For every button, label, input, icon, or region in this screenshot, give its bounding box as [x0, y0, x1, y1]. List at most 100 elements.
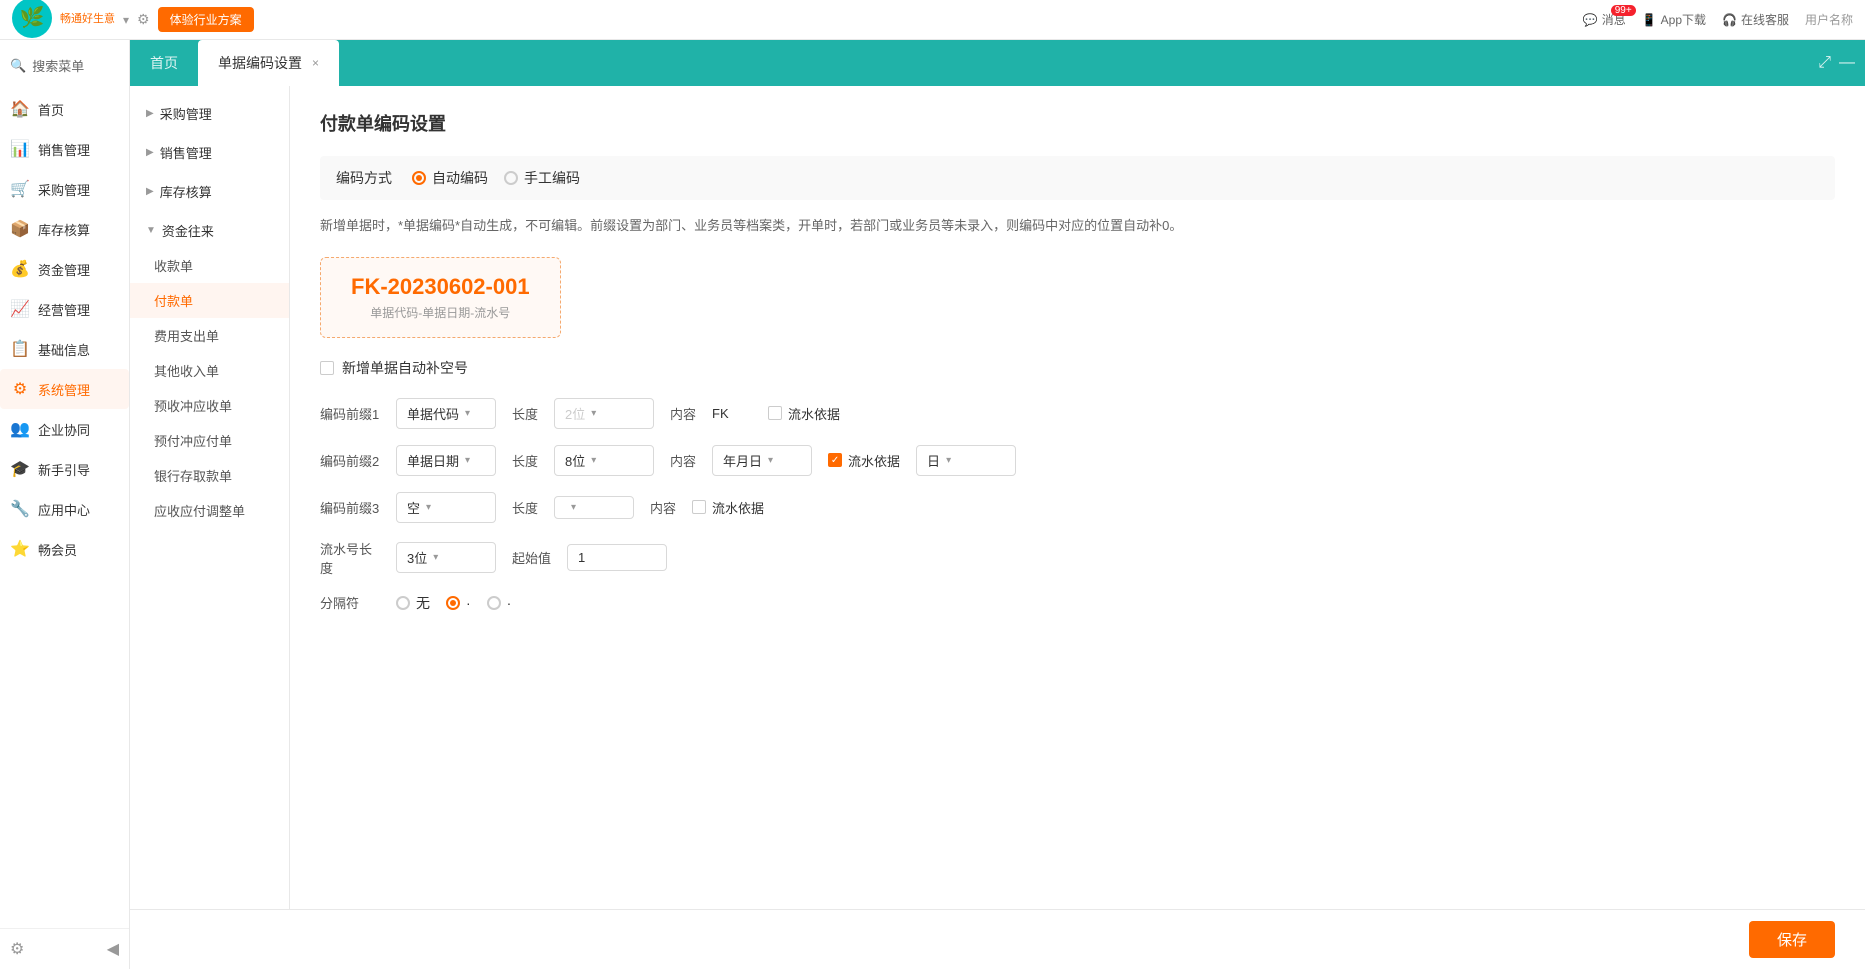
- serial-length-select[interactable]: 3位 ▾: [396, 542, 496, 573]
- tab-maximize-icon[interactable]: ⤢: [1818, 54, 1831, 72]
- message-icon: 💬: [1583, 13, 1598, 27]
- prefix2-select[interactable]: 单据日期 ▾: [396, 445, 496, 476]
- example-desc: 单据代码-单据日期-流水号: [351, 304, 530, 321]
- sec-item-expense[interactable]: 费用支出单: [130, 318, 289, 353]
- tab-minimize-icon[interactable]: —: [1839, 54, 1855, 72]
- prefix2-stream-unit-select[interactable]: 日 ▾: [916, 445, 1016, 476]
- tab-settings[interactable]: 单据编码设置 ×: [198, 40, 339, 86]
- sec-group-purchase: ▶ 采购管理: [130, 96, 289, 131]
- prefix3-length-select[interactable]: ▾: [554, 496, 634, 519]
- encode-method-row: 编码方式 自动编码 手工编码: [320, 156, 1835, 200]
- prefix1-select[interactable]: 单据代码 ▾: [396, 398, 496, 429]
- sidebar-item-inventory[interactable]: 📦 库存核算: [0, 209, 129, 249]
- prefix2-length-select[interactable]: 8位 ▾: [554, 445, 654, 476]
- radio-auto[interactable]: 自动编码: [412, 168, 488, 188]
- sec-item-receipt[interactable]: 收款单: [130, 248, 289, 283]
- serial-length-row: 流水号长度 3位 ▾ 起始值: [320, 539, 1835, 577]
- sidebar-item-system[interactable]: ⚙ 系统管理: [0, 369, 129, 409]
- prefix1-length-select[interactable]: 2位 ▾: [554, 398, 654, 429]
- example-code: FK-20230602-001: [351, 274, 530, 300]
- sidebar-item-apps[interactable]: 🔧 应用中心: [0, 489, 129, 529]
- prefix2-unit-arrow-icon: ▾: [946, 455, 951, 466]
- content-area: 首页 单据编码设置 × ⤢ — ▶ 采购管理: [130, 40, 1865, 969]
- sec-item-advance-payment[interactable]: 预付冲应付单: [130, 423, 289, 458]
- prefix1-label: 编码前缀1: [320, 404, 380, 423]
- nav-bottom: ⚙ ◀: [0, 928, 129, 969]
- sidebar-item-home[interactable]: 🏠 首页: [0, 89, 129, 129]
- sidebar-item-member[interactable]: ⭐ 畅会员: [0, 529, 129, 569]
- app-download-link[interactable]: 📱 App下载: [1642, 11, 1706, 28]
- sidebar-item-sales[interactable]: 📊 销售管理: [0, 129, 129, 169]
- radio-auto-dot: [416, 175, 422, 181]
- prefix1-length-arrow-icon: ▾: [591, 408, 596, 419]
- left-sidebar: 🔍 搜索菜单 🏠 首页 📊 销售管理 🛒 采购管理 📦 库存核算 💰 资金管理 …: [0, 40, 130, 969]
- radio-manual-circle: [504, 171, 518, 185]
- tab-bar-right: ⤢ —: [1818, 54, 1865, 72]
- sidebar-item-guide[interactable]: 🎓 新手引导: [0, 449, 129, 489]
- sec-item-bank[interactable]: 银行存取款单: [130, 458, 289, 493]
- settings-icon[interactable]: ⚙: [137, 11, 150, 28]
- auto-fill-row: 新增单据自动补空号: [320, 358, 1835, 378]
- home-icon: 🏠: [10, 99, 30, 119]
- trial-button[interactable]: 体验行业方案: [158, 7, 254, 32]
- radio-manual[interactable]: 手工编码: [504, 168, 580, 188]
- prefix2-row: 编码前缀2 单据日期 ▾ 长度 8位 ▾ 内容 年月日 ▾: [320, 445, 1835, 476]
- auto-fill-checkbox[interactable]: [320, 361, 334, 375]
- sales-icon: 📊: [10, 139, 30, 159]
- prefix2-length-label: 长度: [512, 451, 538, 470]
- sec-item-advance-receipt[interactable]: 预收冲应收单: [130, 388, 289, 423]
- search-menu-button[interactable]: 🔍 搜索菜单: [0, 50, 129, 81]
- member-icon: ⭐: [10, 539, 30, 559]
- separator-label: 分隔符: [320, 593, 380, 612]
- sec-item-payment[interactable]: 付款单: [130, 283, 289, 318]
- separator-dot2[interactable]: ·: [487, 595, 512, 611]
- sec-item-other-income[interactable]: 其他收入单: [130, 353, 289, 388]
- online-service-link[interactable]: 🎧 在线客服: [1722, 11, 1789, 28]
- app-download-icon: 📱: [1642, 13, 1657, 27]
- basic-icon: 📋: [10, 339, 30, 359]
- tab-bar: 首页 单据编码设置 × ⤢ —: [130, 40, 1865, 86]
- separator-none-circle: [396, 596, 410, 610]
- user-name: 用户名称: [1805, 11, 1853, 28]
- sidebar-item-enterprise[interactable]: 👥 企业协同: [0, 409, 129, 449]
- sidebar-item-basic[interactable]: 📋 基础信息: [0, 329, 129, 369]
- sidebar-item-finance[interactable]: 💰 资金管理: [0, 249, 129, 289]
- sec-group-finance-header[interactable]: ▼ 资金往来: [130, 213, 289, 248]
- prefix3-stream-checkbox[interactable]: 流水依据: [692, 498, 764, 517]
- page-content: ▶ 采购管理 ▶ 销售管理 ▶ 库存核算: [130, 86, 1865, 909]
- auto-fill-label: 新增单据自动补空号: [342, 358, 468, 378]
- purchase-arrow-icon: ▶: [146, 108, 154, 119]
- radio-auto-circle: [412, 171, 426, 185]
- prefix2-content-select[interactable]: 年月日 ▾: [712, 445, 812, 476]
- sec-item-ar-ap-adjust[interactable]: 应收应付调整单: [130, 493, 289, 528]
- serial-start-input[interactable]: [567, 544, 667, 571]
- sec-group-inventory-header[interactable]: ▶ 库存核算: [130, 174, 289, 209]
- sidebar-item-operation[interactable]: 📈 经营管理: [0, 289, 129, 329]
- separator-dot1[interactable]: ·: [446, 595, 471, 611]
- top-bar: 🌿 畅通好生意 ▾ ⚙ 体验行业方案 💬 消息 99+ 📱 App下载 🎧 在线…: [0, 0, 1865, 40]
- sec-group-sales-header[interactable]: ▶ 销售管理: [130, 135, 289, 170]
- tab-close-icon[interactable]: ×: [312, 56, 319, 70]
- bottom-collapse-icon[interactable]: ◀: [107, 939, 119, 959]
- sec-group-purchase-header[interactable]: ▶ 采购管理: [130, 96, 289, 131]
- bottom-settings-icon[interactable]: ⚙: [10, 939, 24, 959]
- sidebar-item-purchase[interactable]: 🛒 采购管理: [0, 169, 129, 209]
- info-text: 新增单据时，*单据编码*自动生成，不可编辑。前缀设置为部门、业务员等档案类，开单…: [320, 216, 1835, 237]
- main-form: 付款单编码设置 编码方式 自动编码 手工编码: [290, 86, 1865, 909]
- encode-method-radio-group: 自动编码 手工编码: [412, 168, 580, 188]
- prefix2-stream-checkbox[interactable]: ✓ 流水依据: [828, 451, 900, 470]
- prefix2-arrow-icon: ▾: [465, 455, 470, 466]
- separator-none[interactable]: 无: [396, 593, 430, 613]
- save-button[interactable]: 保存: [1749, 921, 1835, 958]
- prefix1-stream-checkbox[interactable]: 流水依据: [768, 404, 840, 423]
- apps-icon: 🔧: [10, 499, 30, 519]
- prefix3-length-label: 长度: [512, 498, 538, 517]
- sec-group-inventory: ▶ 库存核算: [130, 174, 289, 209]
- separator-dot1-dot: [450, 600, 456, 606]
- service-icon: 🎧: [1722, 13, 1737, 27]
- prefix3-select[interactable]: 空 ▾: [396, 492, 496, 523]
- message-button[interactable]: 💬 消息 99+: [1583, 11, 1626, 28]
- serial-length-label: 流水号长度: [320, 539, 380, 577]
- company-dropdown-arrow[interactable]: ▾: [123, 13, 129, 27]
- tab-home[interactable]: 首页: [130, 40, 198, 86]
